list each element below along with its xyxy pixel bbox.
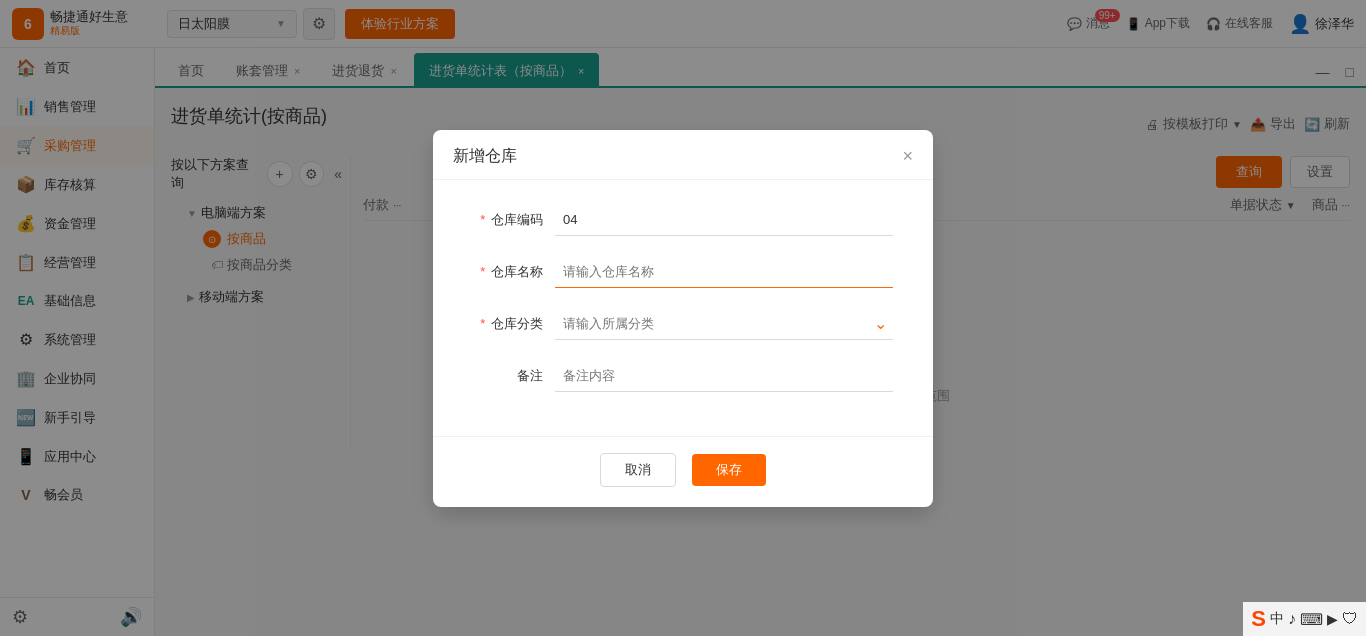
category-input[interactable] [555,312,893,335]
keyboard-icon[interactable]: ⌨ [1300,610,1323,629]
code-input[interactable] [555,204,893,236]
name-input[interactable] [555,256,893,288]
modal-title: 新增仓库 [453,146,517,167]
play-icon[interactable]: ▶ [1327,611,1338,627]
form-row-note: 备注 [473,360,893,392]
bottom-icons-bar: S 中 ♪ ⌨ ▶ 🛡 [1243,602,1366,636]
required-star-name: * [480,264,485,279]
note-input[interactable] [555,360,893,392]
chinese-input-icon[interactable]: 中 [1270,610,1284,628]
category-select[interactable]: ⌄ [555,308,893,340]
required-star-code: * [480,212,485,227]
required-star-category: * [480,316,485,331]
modal-close-button[interactable]: × [902,146,913,167]
note-label: 备注 [473,367,543,385]
code-label: * 仓库编码 [473,211,543,229]
form-row-code: * 仓库编码 [473,204,893,236]
modal-footer: 取消 保存 [433,436,933,507]
category-dropdown-icon: ⌄ [874,314,887,333]
s-brand-icon: S [1251,606,1266,632]
audio-icon[interactable]: ♪ [1288,610,1296,628]
shield-icon[interactable]: 🛡 [1342,610,1358,628]
category-label: * 仓库分类 [473,315,543,333]
modal-overlay[interactable]: 新增仓库 × * 仓库编码 * 仓库名称 [0,0,1366,636]
new-warehouse-modal: 新增仓库 × * 仓库编码 * 仓库名称 [433,130,933,507]
modal-header: 新增仓库 × [433,130,933,180]
save-button[interactable]: 保存 [692,454,766,486]
cancel-button[interactable]: 取消 [600,453,676,487]
form-row-category: * 仓库分类 ⌄ [473,308,893,340]
form-row-name: * 仓库名称 [473,256,893,288]
modal-body: * 仓库编码 * 仓库名称 * 仓库分类 [433,180,933,436]
name-label: * 仓库名称 [473,263,543,281]
